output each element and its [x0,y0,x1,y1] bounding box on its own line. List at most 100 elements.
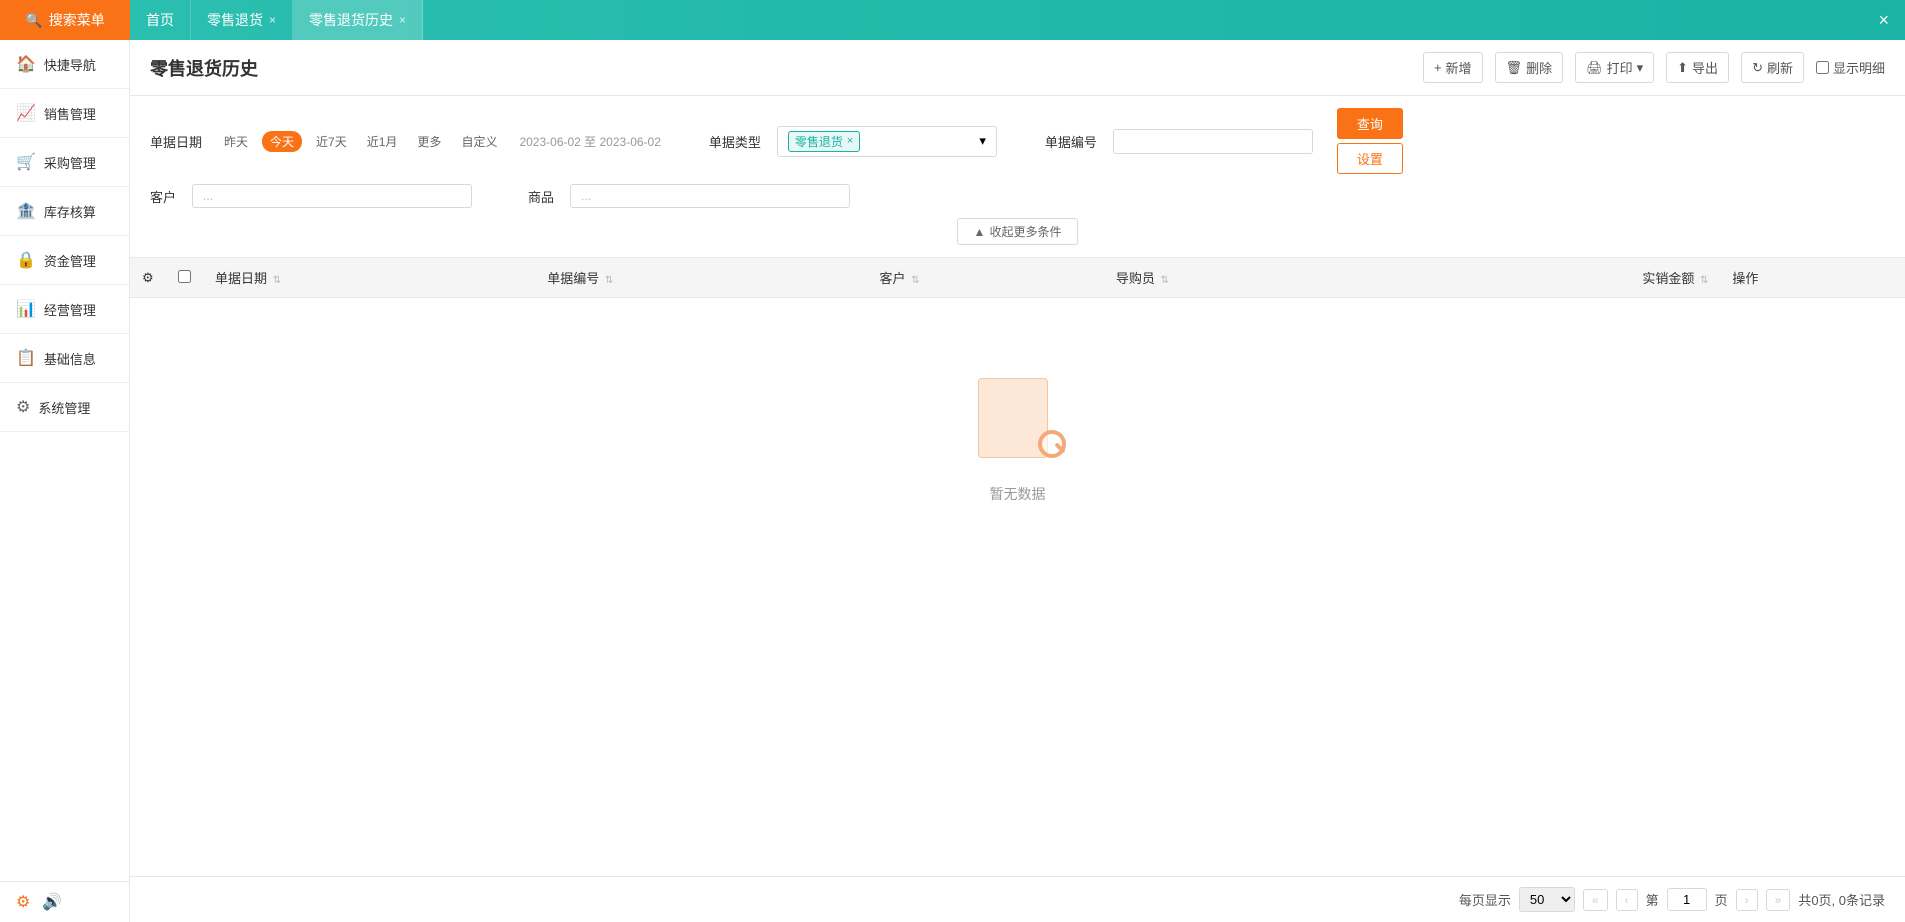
sales-icon: 📈 [16,103,36,123]
per-page-select[interactable]: 10 20 50 100 [1519,887,1575,912]
table-col-guide-sort-icon: ⇅ [1160,275,1168,286]
new-button[interactable]: + 新增 [1423,52,1483,83]
filter-area: 单据日期 昨天 今天 近7天 近1月 更多 自定义 2023-06-02 至 2… [130,96,1905,258]
date-btn-1month[interactable]: 近1月 [361,131,404,152]
table-col-amount[interactable]: 实销金额 ⇅ [1388,258,1720,298]
customer-filter-label: 客户 [150,187,176,206]
page-unit: 页 [1715,890,1728,909]
tab-retail-return-history-close[interactable]: × [399,13,406,27]
search-handle [1054,442,1065,453]
tab-bar: 首页 零售退货 × 零售退货历史 × [130,0,1862,40]
table-col-customer[interactable]: 客户 ⇅ [868,258,1104,298]
new-label: 新增 [1446,58,1472,77]
search-menu-area[interactable]: 🔍 搜索菜单 [0,0,130,40]
top-bar: 🔍 搜索菜单 首页 零售退货 × 零售退货历史 × × [0,0,1905,40]
query-button[interactable]: 查询 [1337,108,1403,139]
show-detail-checkbox[interactable] [1816,61,1829,74]
date-btn-today[interactable]: 今天 [262,131,302,152]
refresh-label: 刷新 [1767,58,1793,77]
table-col-number[interactable]: 单据编号 ⇅ [535,258,867,298]
operations-icon: 📊 [16,299,36,319]
sidebar-item-inventory[interactable]: 🏦 库存核算 [0,187,129,236]
date-btn-custom[interactable]: 自定义 [455,131,503,152]
table-col-settings[interactable]: ⚙ [130,258,166,298]
header-actions: + 新增 🗑 删除 🖨 打印 ▾ ⬆ 导出 ↻ 刷新 [1423,52,1885,83]
refresh-icon: ↻ [1752,60,1763,76]
type-tag-label: 零售退货 [795,133,843,150]
data-table: ⚙ 单据日期 ⇅ 单据编号 ⇅ 客户 [130,258,1905,298]
export-button[interactable]: ⬆ 导出 [1666,52,1729,83]
tab-home[interactable]: 首页 [130,0,191,40]
tab-retail-return-history[interactable]: 零售退货历史 × [293,0,423,40]
type-selector[interactable]: 零售退货 × ▾ [777,126,997,157]
table-col-date[interactable]: 单据日期 ⇅ [203,258,535,298]
select-all-checkbox[interactable] [178,270,191,283]
doc-shape [978,378,1048,458]
home-icon: 🏠 [16,54,36,74]
sidebar-item-finance-label: 资金管理 [44,251,96,270]
filter-settings-button[interactable]: 设置 [1337,143,1403,174]
show-detail-checkbox-label[interactable]: 显示明细 [1816,58,1885,77]
new-icon: + [1434,60,1442,75]
delete-label: 删除 [1526,58,1552,77]
type-tag-remove[interactable]: × [847,135,853,147]
collapse-filter-button[interactable]: ▲ 收起更多条件 [957,218,1079,245]
sidebar-item-basicinfo[interactable]: 📋 基础信息 [0,334,129,383]
table-col-date-label: 单据日期 [215,271,267,286]
tab-home-label: 首页 [146,10,174,30]
delete-icon: 🗑 [1506,60,1523,76]
sidebar-item-operations[interactable]: 📊 经营管理 [0,285,129,334]
sidebar-item-sales[interactable]: 📈 销售管理 [0,89,129,138]
speaker-icon[interactable]: 🔊 [42,892,62,912]
date-btn-more[interactable]: 更多 [411,131,447,152]
close-window-button[interactable]: × [1862,10,1905,31]
date-btn-yesterday[interactable]: 昨天 [218,131,254,152]
type-tag: 零售退货 × [788,131,860,152]
basicinfo-icon: 📋 [16,348,36,368]
total-label: 共0页, 0条记录 [1798,890,1885,909]
pagination-bar: 每页显示 10 20 50 100 « ‹ 第 页 › » 共0页, 0条记录 [130,876,1905,922]
number-filter-input[interactable] [1113,129,1313,154]
print-button[interactable]: 🖨 打印 ▾ [1575,52,1654,83]
export-label: 导出 [1692,58,1718,77]
collapse-label: 收起更多条件 [989,223,1061,240]
refresh-button[interactable]: ↻ 刷新 [1741,52,1804,83]
search-icon: 🔍 [25,12,42,29]
sidebar-item-operations-label: 经营管理 [44,300,96,319]
sidebar-item-system-label: 系统管理 [38,398,90,417]
settings-gear-icon[interactable]: ⚙ [16,892,30,912]
collapse-up-icon: ▲ [974,225,986,239]
table-col-amount-sort-icon: ⇅ [1700,275,1708,286]
print-icon: 🖨 [1586,60,1603,76]
type-filter-label: 单据类型 [709,132,761,151]
sidebar-bottom: ⚙ 🔊 [0,881,129,922]
date-btn-7days[interactable]: 近7天 [310,131,353,152]
print-label: 打印 [1607,58,1633,77]
date-filter-label: 单据日期 [150,132,202,151]
page-input[interactable] [1667,888,1707,911]
last-page-button[interactable]: » [1766,889,1791,911]
sidebar: 🏠 快捷导航 📈 销售管理 🛒 采购管理 🏦 库存核算 🔒 资金管理 📊 经营管… [0,40,130,922]
page-label: 第 [1646,890,1659,909]
empty-icon [968,378,1068,468]
goods-selector[interactable]: ... [570,184,850,208]
tab-retail-return-close[interactable]: × [269,13,276,27]
first-page-button[interactable]: « [1583,889,1608,911]
delete-button[interactable]: 🗑 删除 [1495,52,1564,83]
empty-text: 暂无数据 [990,484,1046,504]
number-filter-label: 单据编号 [1045,132,1097,151]
goods-placeholder: ... [581,189,591,203]
table-col-guide[interactable]: 导购员 ⇅ [1104,258,1388,298]
export-icon: ⬆ [1677,60,1688,76]
sidebar-item-quicknav[interactable]: 🏠 快捷导航 [0,40,129,89]
tab-retail-return[interactable]: 零售退货 × [191,0,293,40]
next-page-button[interactable]: › [1736,889,1758,911]
table-header-row: ⚙ 单据日期 ⇅ 单据编号 ⇅ 客户 [130,258,1905,298]
sidebar-item-sales-label: 销售管理 [44,104,96,123]
sidebar-item-system[interactable]: ⚙ 系统管理 [0,383,129,432]
sidebar-item-purchase[interactable]: 🛒 采购管理 [0,138,129,187]
customer-selector[interactable]: ... [192,184,472,208]
sidebar-item-finance[interactable]: 🔒 资金管理 [0,236,129,285]
prev-page-button[interactable]: ‹ [1616,889,1638,911]
table-col-checkbox[interactable] [166,258,203,298]
